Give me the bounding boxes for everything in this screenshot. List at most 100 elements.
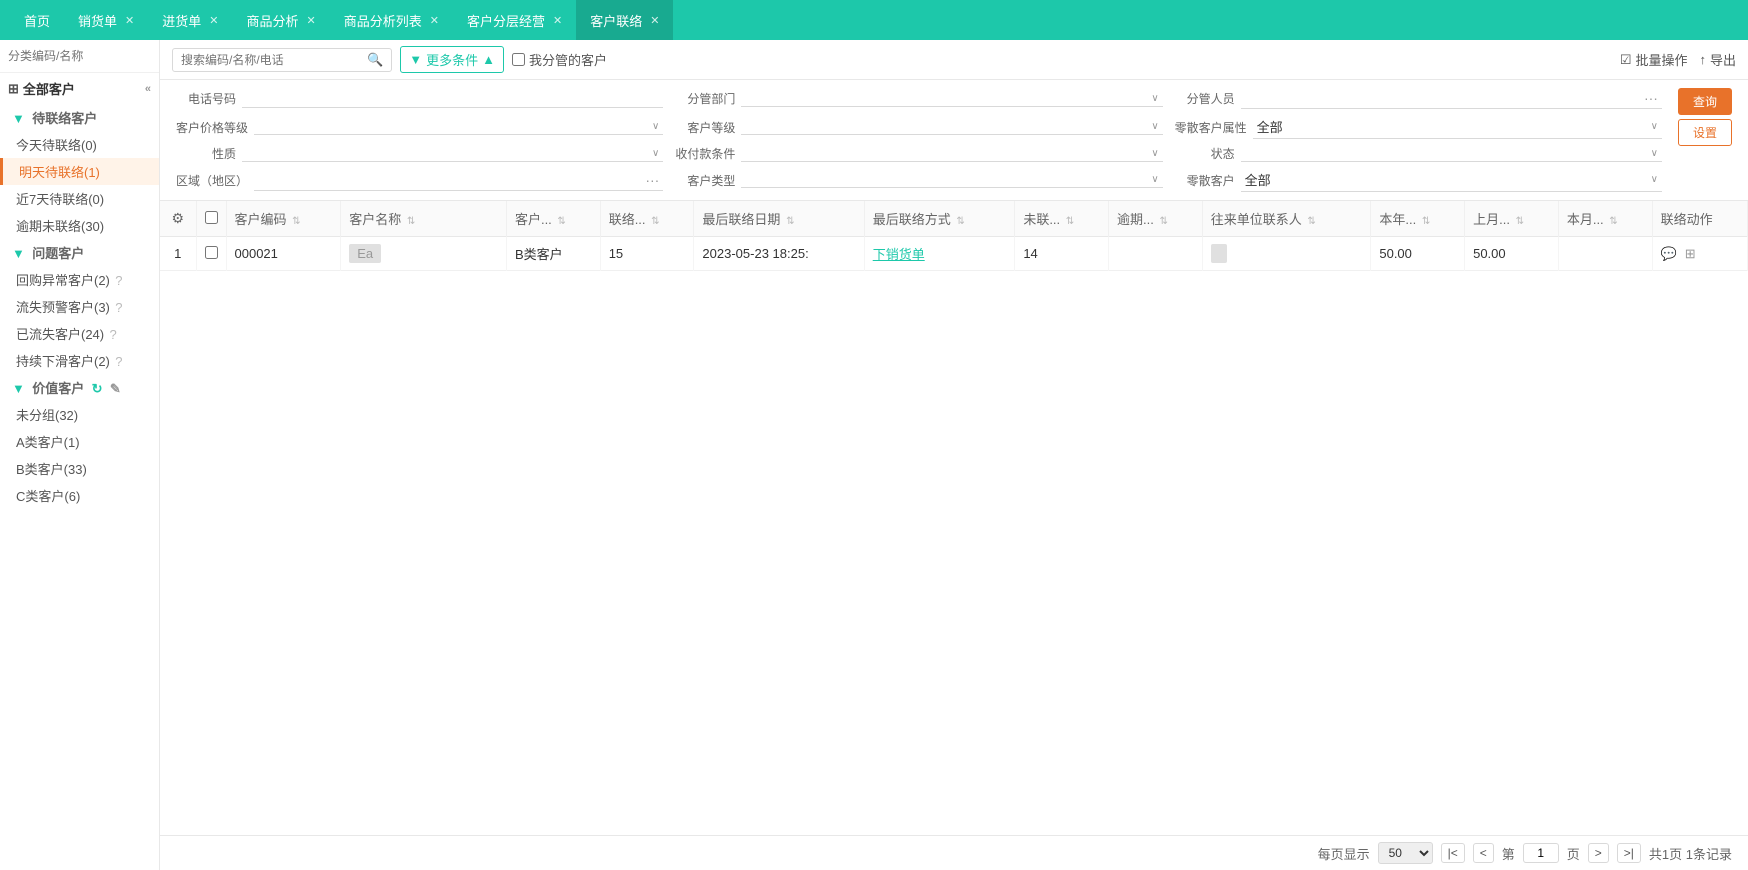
unit-contact-masked xyxy=(1211,244,1227,263)
row-checkbox[interactable] xyxy=(205,246,218,259)
search-input[interactable] xyxy=(181,53,361,67)
sidebar-item-tomorrow-contact[interactable]: 明天待联络(1) xyxy=(0,158,159,185)
last-page-button[interactable]: >| xyxy=(1617,843,1641,863)
action-column-header: 联络动作 xyxy=(1652,201,1747,237)
edit-icon[interactable]: ✎ xyxy=(110,381,121,396)
next-page-button[interactable]: > xyxy=(1588,843,1609,863)
sidebar-search-input[interactable] xyxy=(8,49,160,63)
sidebar-item-b-class[interactable]: B类客户(33) xyxy=(0,455,159,482)
sidebar-item-today-contact[interactable]: 今天待联络(0) xyxy=(0,131,159,158)
nav-purchase-order[interactable]: 进货单 ✕ xyxy=(148,0,232,40)
checkbox-column-header[interactable] xyxy=(196,201,226,237)
ellipsis-icon[interactable]: ··· xyxy=(645,172,659,188)
sidebar-item-declining[interactable]: 持续下滑客户(2) ? xyxy=(0,347,159,374)
close-icon[interactable]: ✕ xyxy=(430,14,439,27)
nav-product-analysis[interactable]: 商品分析 ✕ xyxy=(232,0,329,40)
first-page-button[interactable]: |< xyxy=(1441,843,1465,863)
nav-home[interactable]: 首页 xyxy=(10,0,64,40)
close-icon[interactable]: ✕ xyxy=(650,14,659,27)
close-icon[interactable]: ✕ xyxy=(307,14,316,27)
close-icon[interactable]: ✕ xyxy=(125,14,134,27)
retail-customer-select[interactable]: 全部∨ xyxy=(1241,168,1662,192)
sidebar-item-churn-warning[interactable]: 流失预警客户(3) ? xyxy=(0,293,159,320)
nav-product-analysis-list[interactable]: 商品分析列表 ✕ xyxy=(330,0,453,40)
this-year-amount-cell: 50.00 xyxy=(1371,237,1465,271)
sort-icon: ⇅ xyxy=(1609,216,1617,227)
contact-method-link[interactable]: 下销货单 xyxy=(873,247,925,262)
comment-icon[interactable]: 💬 xyxy=(1661,246,1677,262)
sidebar-item-repurchase-abnormal[interactable]: 回购异常客户(2) ? xyxy=(0,266,159,293)
collapse-icon[interactable]: « xyxy=(145,83,151,95)
bulk-action-button[interactable]: ☑ 批量操作 xyxy=(1620,50,1688,69)
search-icon[interactable]: 🔍 xyxy=(367,52,383,68)
per-page-label: 每页显示 xyxy=(1318,844,1370,863)
prev-page-button[interactable]: < xyxy=(1473,843,1494,863)
my-customers-checkbox[interactable]: 我分管的客户 xyxy=(512,50,607,69)
status-select[interactable]: ∨ xyxy=(1241,146,1662,162)
nature-label: 性质 xyxy=(176,145,236,162)
filter-row-2: 客户价格等级 ∨ 客户等级 ∨ 零散客户属性 xyxy=(176,115,1662,139)
sidebar-item-a-class[interactable]: A类客户(1) xyxy=(0,428,159,455)
nav-customer-segment[interactable]: 客户分层经营 ✕ xyxy=(453,0,576,40)
customer-name-masked: Ea xyxy=(349,244,381,263)
phone-input[interactable] xyxy=(242,89,663,108)
per-page-select[interactable]: 50 100 200 xyxy=(1378,842,1433,864)
action-cell: 💬 ⊞ xyxy=(1652,237,1747,271)
sidebar-item-churned[interactable]: 已流失客户(24) ? xyxy=(0,320,159,347)
uncontacted-column-header[interactable]: 未联... ⇅ xyxy=(1015,201,1109,237)
payment-label: 收付款条件 xyxy=(675,145,735,162)
close-icon[interactable]: ✕ xyxy=(209,14,218,27)
filter-phone: 电话号码 xyxy=(176,89,663,108)
my-customers-check[interactable] xyxy=(512,53,525,66)
query-button[interactable]: 查询 xyxy=(1678,88,1732,115)
customer-type-select[interactable]: ∨ xyxy=(741,172,1162,188)
overdue-column-header[interactable]: 逾期... ⇅ xyxy=(1109,201,1203,237)
code-column-header[interactable]: 客户编码 ⇅ xyxy=(226,201,341,237)
all-customers-header[interactable]: ⊞ 全部客户 « xyxy=(0,73,159,104)
contact-column-header[interactable]: 联络... ⇅ xyxy=(600,201,694,237)
retail-attr-select[interactable]: 全部∨ xyxy=(1253,115,1662,139)
customer-level-select[interactable]: ∨ xyxy=(741,119,1162,135)
last-contact-date-column-header[interactable]: 最后联络日期 ⇅ xyxy=(694,201,864,237)
settings-icon[interactable]: ⚙ xyxy=(171,210,184,226)
this-month-column-header[interactable]: 本月... ⇅ xyxy=(1558,201,1652,237)
select-all-checkbox[interactable] xyxy=(205,211,218,224)
page-number-input[interactable] xyxy=(1523,843,1559,863)
region-select[interactable]: ··· xyxy=(254,170,663,191)
refresh-icon[interactable]: ↻ xyxy=(92,381,103,396)
last-contact-method-column-header[interactable]: 最后联络方式 ⇅ xyxy=(864,201,1015,237)
last-month-column-header[interactable]: 上月... ⇅ xyxy=(1465,201,1559,237)
sidebar-item-c-class[interactable]: C类客户(6) xyxy=(0,482,159,509)
type-column-header[interactable]: 客户... ⇅ xyxy=(506,201,600,237)
ellipsis-icon[interactable]: ··· xyxy=(1644,90,1658,106)
grid-action-icon[interactable]: ⊞ xyxy=(1685,246,1696,262)
sort-icon: ⇅ xyxy=(1066,216,1074,227)
nature-select[interactable]: ∨ xyxy=(242,146,663,162)
settings-column-header[interactable]: ⚙ xyxy=(160,201,196,237)
sort-icon: ⇅ xyxy=(956,216,964,227)
name-column-header[interactable]: 客户名称 ⇅ xyxy=(341,201,507,237)
nav-customer-contact[interactable]: 客户联络 ✕ xyxy=(576,0,673,40)
nav-sales-order[interactable]: 销货单 ✕ xyxy=(64,0,148,40)
this-year-column-header[interactable]: 本年... ⇅ xyxy=(1371,201,1465,237)
sidebar-item-overdue-contact[interactable]: 逾期未联络(30) xyxy=(0,212,159,239)
customer-name-cell[interactable]: Ea xyxy=(341,237,507,271)
payment-select[interactable]: ∨ xyxy=(741,146,1162,162)
sidebar-item-7day-contact[interactable]: 近7天待联络(0) xyxy=(0,185,159,212)
sidebar-item-ungrouped[interactable]: 未分组(32) xyxy=(0,401,159,428)
more-filters-button[interactable]: ▼ 更多条件 ▲ xyxy=(400,46,504,73)
set-button[interactable]: 设置 xyxy=(1678,119,1732,146)
last-contact-method-cell[interactable]: 下销货单 xyxy=(864,237,1015,271)
value-customers-header: ▼ 价值客户 ↻ ✎ xyxy=(0,374,159,401)
filter-status: 状态 ∨ xyxy=(1175,145,1662,162)
filter-customer-level: 客户等级 ∨ xyxy=(675,119,1162,136)
filter-icon: ▼ xyxy=(409,52,422,67)
price-level-select[interactable]: ∨ xyxy=(254,119,663,135)
unit-contact-column-header[interactable]: 往来单位联系人 ⇅ xyxy=(1202,201,1371,237)
close-icon[interactable]: ✕ xyxy=(553,14,562,27)
row-checkbox-cell[interactable] xyxy=(196,237,226,271)
filter-price-level: 客户价格等级 ∨ xyxy=(176,119,663,136)
manager-select[interactable]: ··· xyxy=(1241,88,1662,109)
export-button[interactable]: ↑ 导出 xyxy=(1699,50,1736,69)
dept-select[interactable]: ∨ xyxy=(741,91,1162,107)
